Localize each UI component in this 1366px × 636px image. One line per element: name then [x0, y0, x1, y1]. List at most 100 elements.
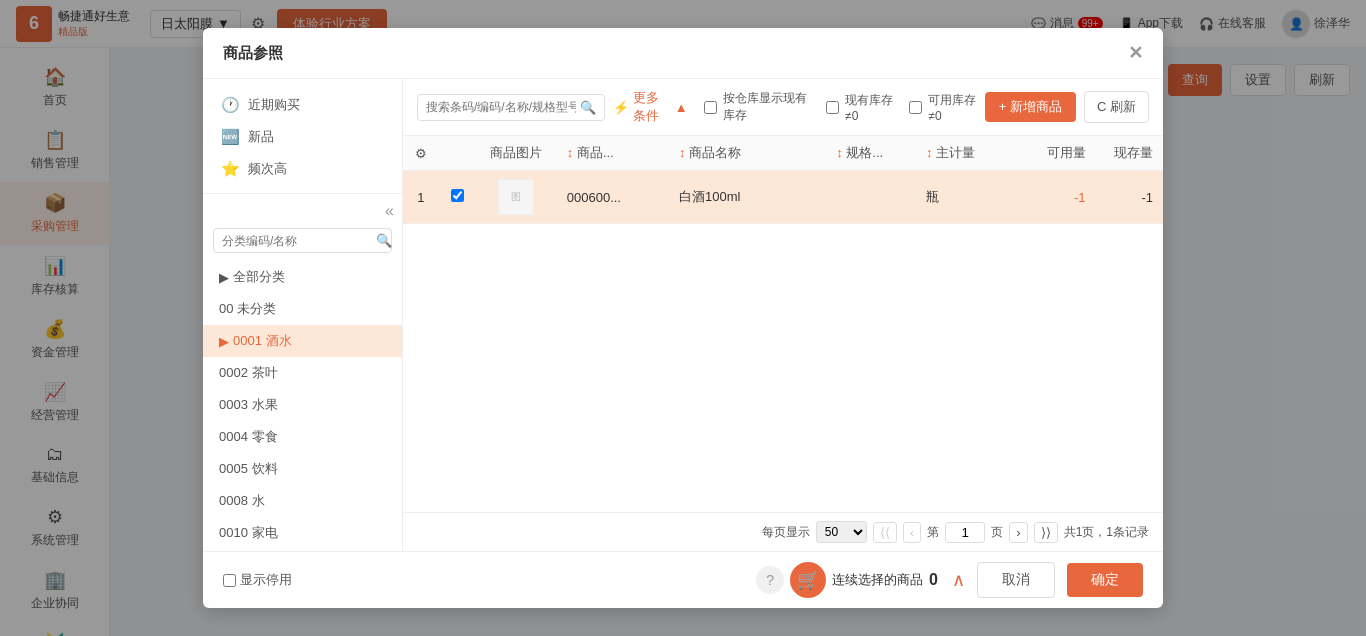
sort-name-icon: ↕ [679, 145, 686, 160]
recent-icon: 🕐 [221, 96, 240, 114]
sort-up-icon: ↕ [567, 145, 574, 160]
filter-button[interactable]: ⚡ 更多条件 ▲ [613, 89, 688, 125]
search-icon: 🔍 [376, 233, 392, 248]
category-0008-label: 0008 水 [219, 492, 265, 510]
category-0003[interactable]: 0003 水果 [203, 389, 402, 421]
prev-page-button[interactable]: ‹ [903, 522, 921, 543]
category-00-label: 00 未分类 [219, 300, 276, 318]
show-disabled-checkbox[interactable] [223, 574, 236, 587]
shopping-cart-icon: 🛒 [797, 569, 819, 591]
modal-left-tabs: 🕐 近期购买 🆕 新品 ⭐ 频次高 [203, 89, 402, 194]
row-code: 000600... [557, 171, 669, 224]
category-search-input[interactable] [222, 234, 372, 248]
category-0008[interactable]: 0008 水 [203, 485, 402, 517]
modal-close-button[interactable]: ✕ [1128, 42, 1143, 64]
col-unit-header[interactable]: ↕ 主计量 [916, 136, 1006, 171]
total-info: 共1页，1条记录 [1064, 524, 1149, 541]
row-index: 1 [403, 171, 439, 224]
page-input[interactable] [945, 522, 985, 543]
cart-count: 0 [929, 571, 938, 589]
search-input[interactable] [426, 100, 576, 114]
category-0004[interactable]: 0004 零食 [203, 421, 402, 453]
category-0003-label: 0003 水果 [219, 396, 278, 414]
add-product-button[interactable]: + 新增商品 [985, 92, 1076, 122]
row-img-cell: 图 [476, 171, 557, 224]
modal-header: 商品参照 ✕ [203, 28, 1163, 79]
col-check-header [439, 136, 476, 171]
page-size-select[interactable]: 10 20 50 100 [816, 521, 867, 543]
col-code-header[interactable]: ↕ 商品... [557, 136, 669, 171]
table-header: ⚙ 商品图片 ↕ 商品... ↕ 商品名称 ↕ 规格.. [403, 136, 1163, 171]
show-disabled-group: 显示停用 [223, 571, 292, 589]
search-glass-icon: 🔍 [580, 100, 596, 115]
warehouse-label: 按仓库显示现有库存 [723, 90, 811, 124]
page-suffix: 页 [991, 524, 1003, 541]
modal-left-panel: 🕐 近期购买 🆕 新品 ⭐ 频次高 « 🔍 [203, 79, 403, 551]
avail-nonzero-checkbox[interactable] [909, 101, 922, 114]
collapse-left-button[interactable]: « [385, 202, 394, 220]
col-img-header: 商品图片 [476, 136, 557, 171]
active-arrow: ▶ [219, 334, 229, 349]
category-all[interactable]: ▶ 全部分类 [203, 261, 402, 293]
category-0002[interactable]: 0002 茶叶 [203, 357, 402, 389]
warehouse-checkbox[interactable] [704, 101, 717, 114]
product-thumb: 图 [498, 179, 534, 215]
cart-collapse-button[interactable]: ∧ [952, 569, 965, 591]
next-page-button[interactable]: › [1009, 522, 1027, 543]
product-reference-modal: 商品参照 ✕ 🕐 近期购买 🆕 新品 ⭐ 频次高 [203, 28, 1163, 608]
col-settings-header[interactable]: ⚙ [403, 136, 439, 171]
row-checkbox[interactable] [451, 189, 464, 202]
tab-frequent[interactable]: ⭐ 频次高 [211, 153, 394, 185]
cart-area: ? 🛒 连续选择的商品 0 ∧ [756, 562, 965, 598]
modal-right-panel: 🔍 ⚡ 更多条件 ▲ 按仓库显示现有库存 现有库存≠0 [403, 79, 1163, 551]
product-table: ⚙ 商品图片 ↕ 商品... ↕ 商品名称 ↕ 规格.. [403, 136, 1163, 224]
category-0005-label: 0005 饮料 [219, 460, 278, 478]
cancel-button[interactable]: 取消 [977, 562, 1055, 598]
tab-recent-purchase[interactable]: 🕐 近期购买 [211, 89, 394, 121]
row-spec [826, 171, 916, 224]
cart-icon: 🛒 [790, 562, 826, 598]
col-spec-header[interactable]: ↕ 规格... [826, 136, 916, 171]
pagination: 每页显示 10 20 50 100 ⟨⟨ ‹ 第 页 › ⟩⟩ 共1页，1条记录 [403, 512, 1163, 551]
row-checkbox-cell [439, 171, 476, 224]
modal-footer: 显示停用 ? 🛒 连续选择的商品 0 ∧ 取消 确定 [203, 551, 1163, 608]
help-icon: ? [766, 572, 774, 588]
tab-new-label: 新品 [248, 128, 274, 146]
category-0010[interactable]: 0010 家电 [203, 517, 402, 541]
row-stock: -1 [1096, 171, 1163, 224]
page-prefix: 第 [927, 524, 939, 541]
row-unit: 瓶 [916, 171, 1006, 224]
product-table-wrap: ⚙ 商品图片 ↕ 商品... ↕ 商品名称 ↕ 规格.. [403, 136, 1163, 512]
tab-new-products[interactable]: 🆕 新品 [211, 121, 394, 153]
category-search: 🔍 [213, 228, 392, 253]
category-00[interactable]: 00 未分类 [203, 293, 402, 325]
warehouse-checkbox-group: 按仓库显示现有库存 [704, 90, 811, 124]
first-page-button[interactable]: ⟨⟨ [873, 522, 897, 543]
filter-icon: ⚡ [613, 100, 629, 115]
cart-label: 连续选择的商品 [832, 571, 923, 589]
table-body: 1 图 000600... 白酒100ml 瓶 [403, 171, 1163, 224]
search-bar: 🔍 ⚡ 更多条件 ▲ 按仓库显示现有库存 现有库存≠0 [403, 79, 1163, 136]
help-button[interactable]: ? [756, 566, 784, 594]
category-0010-label: 0010 家电 [219, 524, 278, 541]
modal-title: 商品参照 [223, 44, 283, 63]
category-0004-label: 0004 零食 [219, 428, 278, 446]
category-0001[interactable]: ▶ 0001 酒水 [203, 325, 402, 357]
col-stock-header: 现存量 [1096, 136, 1163, 171]
star-icon: ⭐ [221, 160, 240, 178]
refresh-button[interactable]: C 刷新 [1084, 91, 1149, 123]
stock-nonzero-label: 现有库存≠0 [845, 92, 893, 123]
col-name-header[interactable]: ↕ 商品名称 [669, 136, 826, 171]
expand-arrow: ▶ [219, 270, 229, 285]
stock-nonzero-checkbox[interactable] [826, 101, 839, 114]
category-list: ▶ 全部分类 00 未分类 ▶ 0001 酒水 0002 茶叶 0003 水果 [203, 261, 402, 541]
modal-overlay: 商品参照 ✕ 🕐 近期购买 🆕 新品 ⭐ 频次高 [0, 0, 1366, 636]
row-name: 白酒100ml [669, 171, 826, 224]
confirm-button[interactable]: 确定 [1067, 563, 1143, 597]
last-page-button[interactable]: ⟩⟩ [1034, 522, 1058, 543]
category-all-label: 全部分类 [233, 268, 285, 286]
category-0005[interactable]: 0005 饮料 [203, 453, 402, 485]
table-row[interactable]: 1 图 000600... 白酒100ml 瓶 [403, 171, 1163, 224]
tab-frequent-label: 频次高 [248, 160, 287, 178]
avail-nonzero-label: 可用库存≠0 [928, 92, 976, 123]
